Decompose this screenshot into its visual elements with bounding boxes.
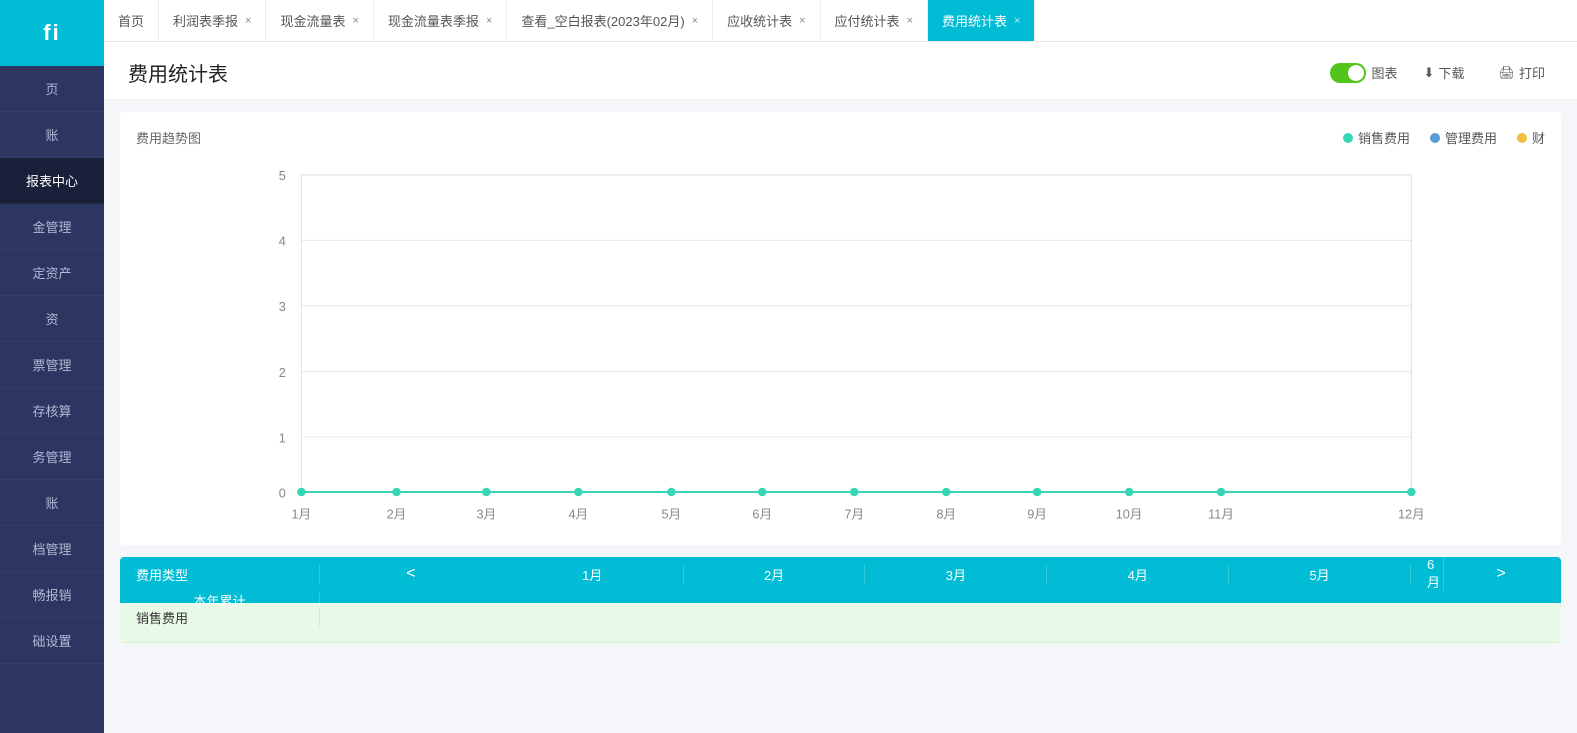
th-m3: 3月 — [865, 565, 1047, 584]
chart-toggle-group[interactable]: 图表 — [1330, 63, 1398, 83]
print-button[interactable]: 🖨 打印 — [1490, 59, 1553, 86]
svg-text:5月: 5月 — [661, 507, 681, 521]
svg-text:2: 2 — [279, 366, 286, 380]
sidebar-item-investment[interactable]: 资 — [0, 296, 104, 342]
legend-sales-dot — [1343, 133, 1353, 143]
page-header-actions: 图表 ⬇ 下载 🖨 打印 — [1330, 59, 1553, 86]
svg-text:12月: 12月 — [1398, 507, 1425, 521]
sidebar-logo: fi — [0, 0, 104, 66]
svg-text:0: 0 — [279, 486, 286, 500]
close-profit-tab[interactable]: × — [245, 15, 251, 27]
th-m2: 2月 — [684, 565, 866, 584]
svg-text:11月: 11月 — [1208, 507, 1234, 521]
chart-area: 5 4 3 2 1 0 — [136, 159, 1545, 529]
download-label: 下载 — [1438, 63, 1464, 82]
download-icon: ⬇ — [1424, 65, 1435, 81]
sidebar-item-bills[interactable]: 票管理 — [0, 342, 104, 388]
tab-blank-report[interactable]: 查看_空白报表(2023年02月) × — [507, 0, 713, 41]
svg-text:10月: 10月 — [1116, 507, 1143, 521]
sidebar-item-account[interactable]: 账 — [0, 112, 104, 158]
tab-home[interactable]: 首页 — [104, 0, 159, 41]
legend-management-label: 管理费用 — [1445, 128, 1497, 147]
sidebar-item-inventory[interactable]: 存核算 — [0, 388, 104, 434]
legend-finance: 财 — [1517, 128, 1545, 147]
page-title: 费用统计表 — [128, 58, 228, 87]
table-section: 费用类型 < 1月 2月 3月 4月 5月 6月 > 本年累计 销售费用 — [120, 557, 1561, 643]
sidebar-item-settings[interactable]: 础设置 — [0, 618, 104, 664]
svg-text:3月: 3月 — [476, 507, 496, 521]
svg-text:8月: 8月 — [936, 507, 956, 521]
svg-text:1: 1 — [279, 431, 286, 445]
th-type: 费用类型 — [120, 565, 320, 584]
main-area: 首页 利润表季报 × 现金流量表 × 现金流量表季报 × 查看_空白报表(202… — [104, 0, 1577, 733]
close-expense-stat-tab[interactable]: × — [1014, 15, 1020, 27]
th-nav-prev[interactable]: < — [320, 565, 502, 583]
svg-text:1月: 1月 — [291, 507, 311, 521]
sidebar-item-archives[interactable]: 档管理 — [0, 526, 104, 572]
tab-cashflow-quarter[interactable]: 现金流量表季报 × — [374, 0, 507, 41]
legend-finance-label: 财 — [1532, 128, 1545, 147]
sidebar-item-reports[interactable]: 报表中心 — [0, 158, 104, 204]
sidebar-item-fund[interactable]: 金管理 — [0, 204, 104, 250]
sidebar: fi 页 账 报表中心 金管理 定资产 资 票管理 存核算 务管理 账 档管理 … — [0, 0, 104, 733]
tab-payable[interactable]: 应付统计表 × — [821, 0, 928, 41]
tab-receivable[interactable]: 应收统计表 × — [713, 0, 820, 41]
chart-title: 费用趋势图 — [136, 128, 201, 147]
th-m4: 4月 — [1047, 565, 1229, 584]
svg-text:9月: 9月 — [1027, 507, 1047, 521]
legend-management-dot — [1430, 133, 1440, 143]
sidebar-item-fixed-assets[interactable]: 定资产 — [0, 250, 104, 296]
sidebar-item-services[interactable]: 务管理 — [0, 434, 104, 480]
chart-legend: 销售费用 管理费用 财 — [1343, 128, 1545, 147]
legend-finance-dot — [1517, 133, 1527, 143]
svg-text:4月: 4月 — [568, 507, 588, 521]
th-m5: 5月 — [1229, 565, 1411, 584]
print-label: 打印 — [1519, 63, 1545, 82]
chart-toggle-label: 图表 — [1372, 63, 1398, 82]
sidebar-item-expense-report[interactable]: 畅报销 — [0, 572, 104, 618]
legend-sales: 销售费用 — [1343, 128, 1410, 147]
sidebar-item-home[interactable]: 页 — [0, 66, 104, 112]
tab-cashflow[interactable]: 现金流量表 × — [266, 0, 373, 41]
svg-text:4: 4 — [279, 235, 286, 249]
sidebar-item-payables[interactable]: 账 — [0, 480, 104, 526]
td-type: 销售费用 — [120, 608, 320, 627]
close-cashflow-quarter-tab[interactable]: × — [486, 15, 492, 27]
th-m1: 1月 — [502, 565, 684, 584]
close-cashflow-tab[interactable]: × — [352, 15, 358, 27]
chart-toggle[interactable] — [1330, 63, 1366, 83]
svg-text:2月: 2月 — [387, 507, 407, 521]
th-m6: 6月 — [1411, 557, 1444, 591]
tab-profit[interactable]: 利润表季报 × — [159, 0, 266, 41]
tab-expense-stat[interactable]: 费用统计表 × — [928, 0, 1035, 41]
chart-svg: 5 4 3 2 1 0 — [136, 159, 1545, 529]
svg-text:3: 3 — [279, 300, 286, 314]
th-nav-next[interactable]: > — [1441, 565, 1561, 583]
chart-section: 费用趋势图 销售费用 管理费用 财 — [120, 112, 1561, 545]
page-content: 费用统计表 图表 ⬇ 下载 🖨 打印 费用趋势图 — [104, 42, 1577, 733]
print-icon: 🖨 — [1498, 65, 1515, 81]
svg-text:6月: 6月 — [752, 507, 772, 521]
svg-text:7月: 7月 — [844, 507, 864, 521]
close-receivable-tab[interactable]: × — [799, 15, 805, 27]
svg-text:5: 5 — [279, 169, 286, 183]
page-header: 费用统计表 图表 ⬇ 下载 🖨 打印 — [104, 42, 1577, 100]
chart-header: 费用趋势图 销售费用 管理费用 财 — [136, 128, 1545, 147]
legend-management: 管理费用 — [1430, 128, 1497, 147]
download-button[interactable]: ⬇ 下载 — [1416, 59, 1473, 86]
table-row: 销售费用 — [120, 603, 1561, 643]
close-payable-tab[interactable]: × — [907, 15, 913, 27]
tab-bar: 首页 利润表季报 × 现金流量表 × 现金流量表季报 × 查看_空白报表(202… — [104, 0, 1577, 42]
legend-sales-label: 销售费用 — [1358, 128, 1410, 147]
close-blank-report-tab[interactable]: × — [692, 15, 698, 27]
table-header-row: 费用类型 < 1月 2月 3月 4月 5月 6月 > 本年累计 — [120, 557, 1561, 603]
